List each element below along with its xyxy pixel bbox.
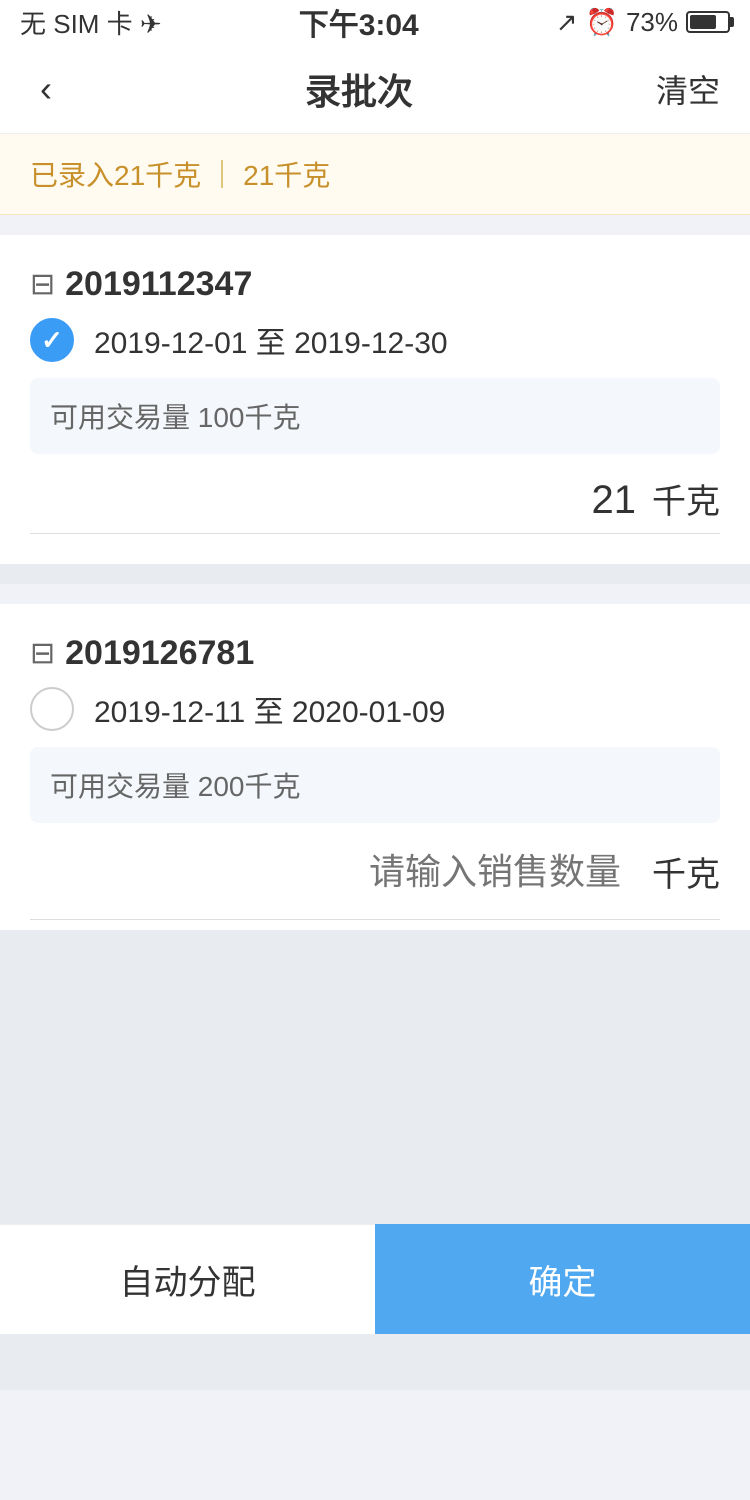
batch1-quantity-wrapper: 21 千克 xyxy=(0,454,750,554)
batch2-date-row: 2019-12-11 至 2020-01-09 xyxy=(30,687,720,731)
batch2-icon: ⊟ xyxy=(30,636,55,671)
page-title: 录批次 xyxy=(305,63,413,115)
nav-bar: ‹ 录批次 清空 xyxy=(0,44,750,134)
batch1-date-row: 2019-12-01 至 2019-12-30 xyxy=(30,318,720,362)
battery-icon xyxy=(686,11,730,33)
info-banner: 已录入21千克 21千克 xyxy=(0,134,750,215)
batch2-input-row: 千克 xyxy=(0,823,750,920)
batch1-header: ⊟ 2019112347 xyxy=(30,265,720,304)
batch2-card: ⊟ 2019126781 2019-12-11 至 2020-01-09 可用交… xyxy=(0,604,750,930)
sim-label: 无 SIM 卡 ✈ xyxy=(20,4,162,41)
batch1-quantity-unit: 千克 xyxy=(652,474,720,523)
batch2-id: 2019126781 xyxy=(65,634,254,673)
batch1-date-range: 2019-12-01 至 2019-12-30 xyxy=(94,318,448,362)
battery-percent: 73% xyxy=(626,7,678,38)
banner-divider xyxy=(221,160,223,188)
batch1-qty-row: 21 千克 xyxy=(0,454,750,533)
batch1-underline xyxy=(30,533,720,534)
battery-fill xyxy=(690,15,716,29)
batch1-content: ⊟ 2019112347 2019-12-01 至 2019-12-30 可用交… xyxy=(0,235,750,454)
confirm-button[interactable]: 确定 xyxy=(375,1224,750,1334)
batch2-qty-input[interactable] xyxy=(30,851,636,893)
batch2-available: 可用交易量 200千克 xyxy=(30,747,720,823)
section-separator xyxy=(0,564,750,584)
location-icon: ↗ xyxy=(556,7,578,38)
batch1-icon: ⊟ xyxy=(30,267,55,302)
bottom-bar: 自动分配 确定 xyxy=(0,1224,750,1334)
batch2-date-range: 2019-12-11 至 2020-01-09 xyxy=(94,687,445,731)
batch2-header: ⊟ 2019126781 xyxy=(30,634,720,673)
status-time: 下午3:04 xyxy=(299,0,419,44)
batch1-quantity-value: 21 xyxy=(592,478,637,523)
clear-button[interactable]: 清空 xyxy=(656,66,720,112)
batch2-content: ⊟ 2019126781 2019-12-11 至 2020-01-09 可用交… xyxy=(0,604,750,823)
status-right: ↗ ⏰ 73% xyxy=(556,7,730,38)
batch2-unit-label: 千克 xyxy=(652,847,720,896)
batch1-available: 可用交易量 100千克 xyxy=(30,378,720,454)
status-left: 无 SIM 卡 ✈ xyxy=(20,4,162,41)
batch2-radio[interactable] xyxy=(30,687,74,731)
batch1-radio[interactable] xyxy=(30,318,74,362)
back-button[interactable]: ‹ xyxy=(30,58,62,120)
batch1-card: ⊟ 2019112347 2019-12-01 至 2019-12-30 可用交… xyxy=(0,235,750,564)
auto-distribute-button[interactable]: 自动分配 xyxy=(0,1224,375,1334)
batch1-id: 2019112347 xyxy=(65,265,252,304)
batch2-quantity-wrapper: 千克 xyxy=(0,823,750,920)
amount-label: 21千克 xyxy=(243,154,330,194)
alarm-icon: ⏰ xyxy=(586,7,618,38)
recorded-label: 已录入21千克 xyxy=(30,154,201,194)
status-bar: 无 SIM 卡 ✈ 下午3:04 ↗ ⏰ 73% xyxy=(0,0,750,44)
